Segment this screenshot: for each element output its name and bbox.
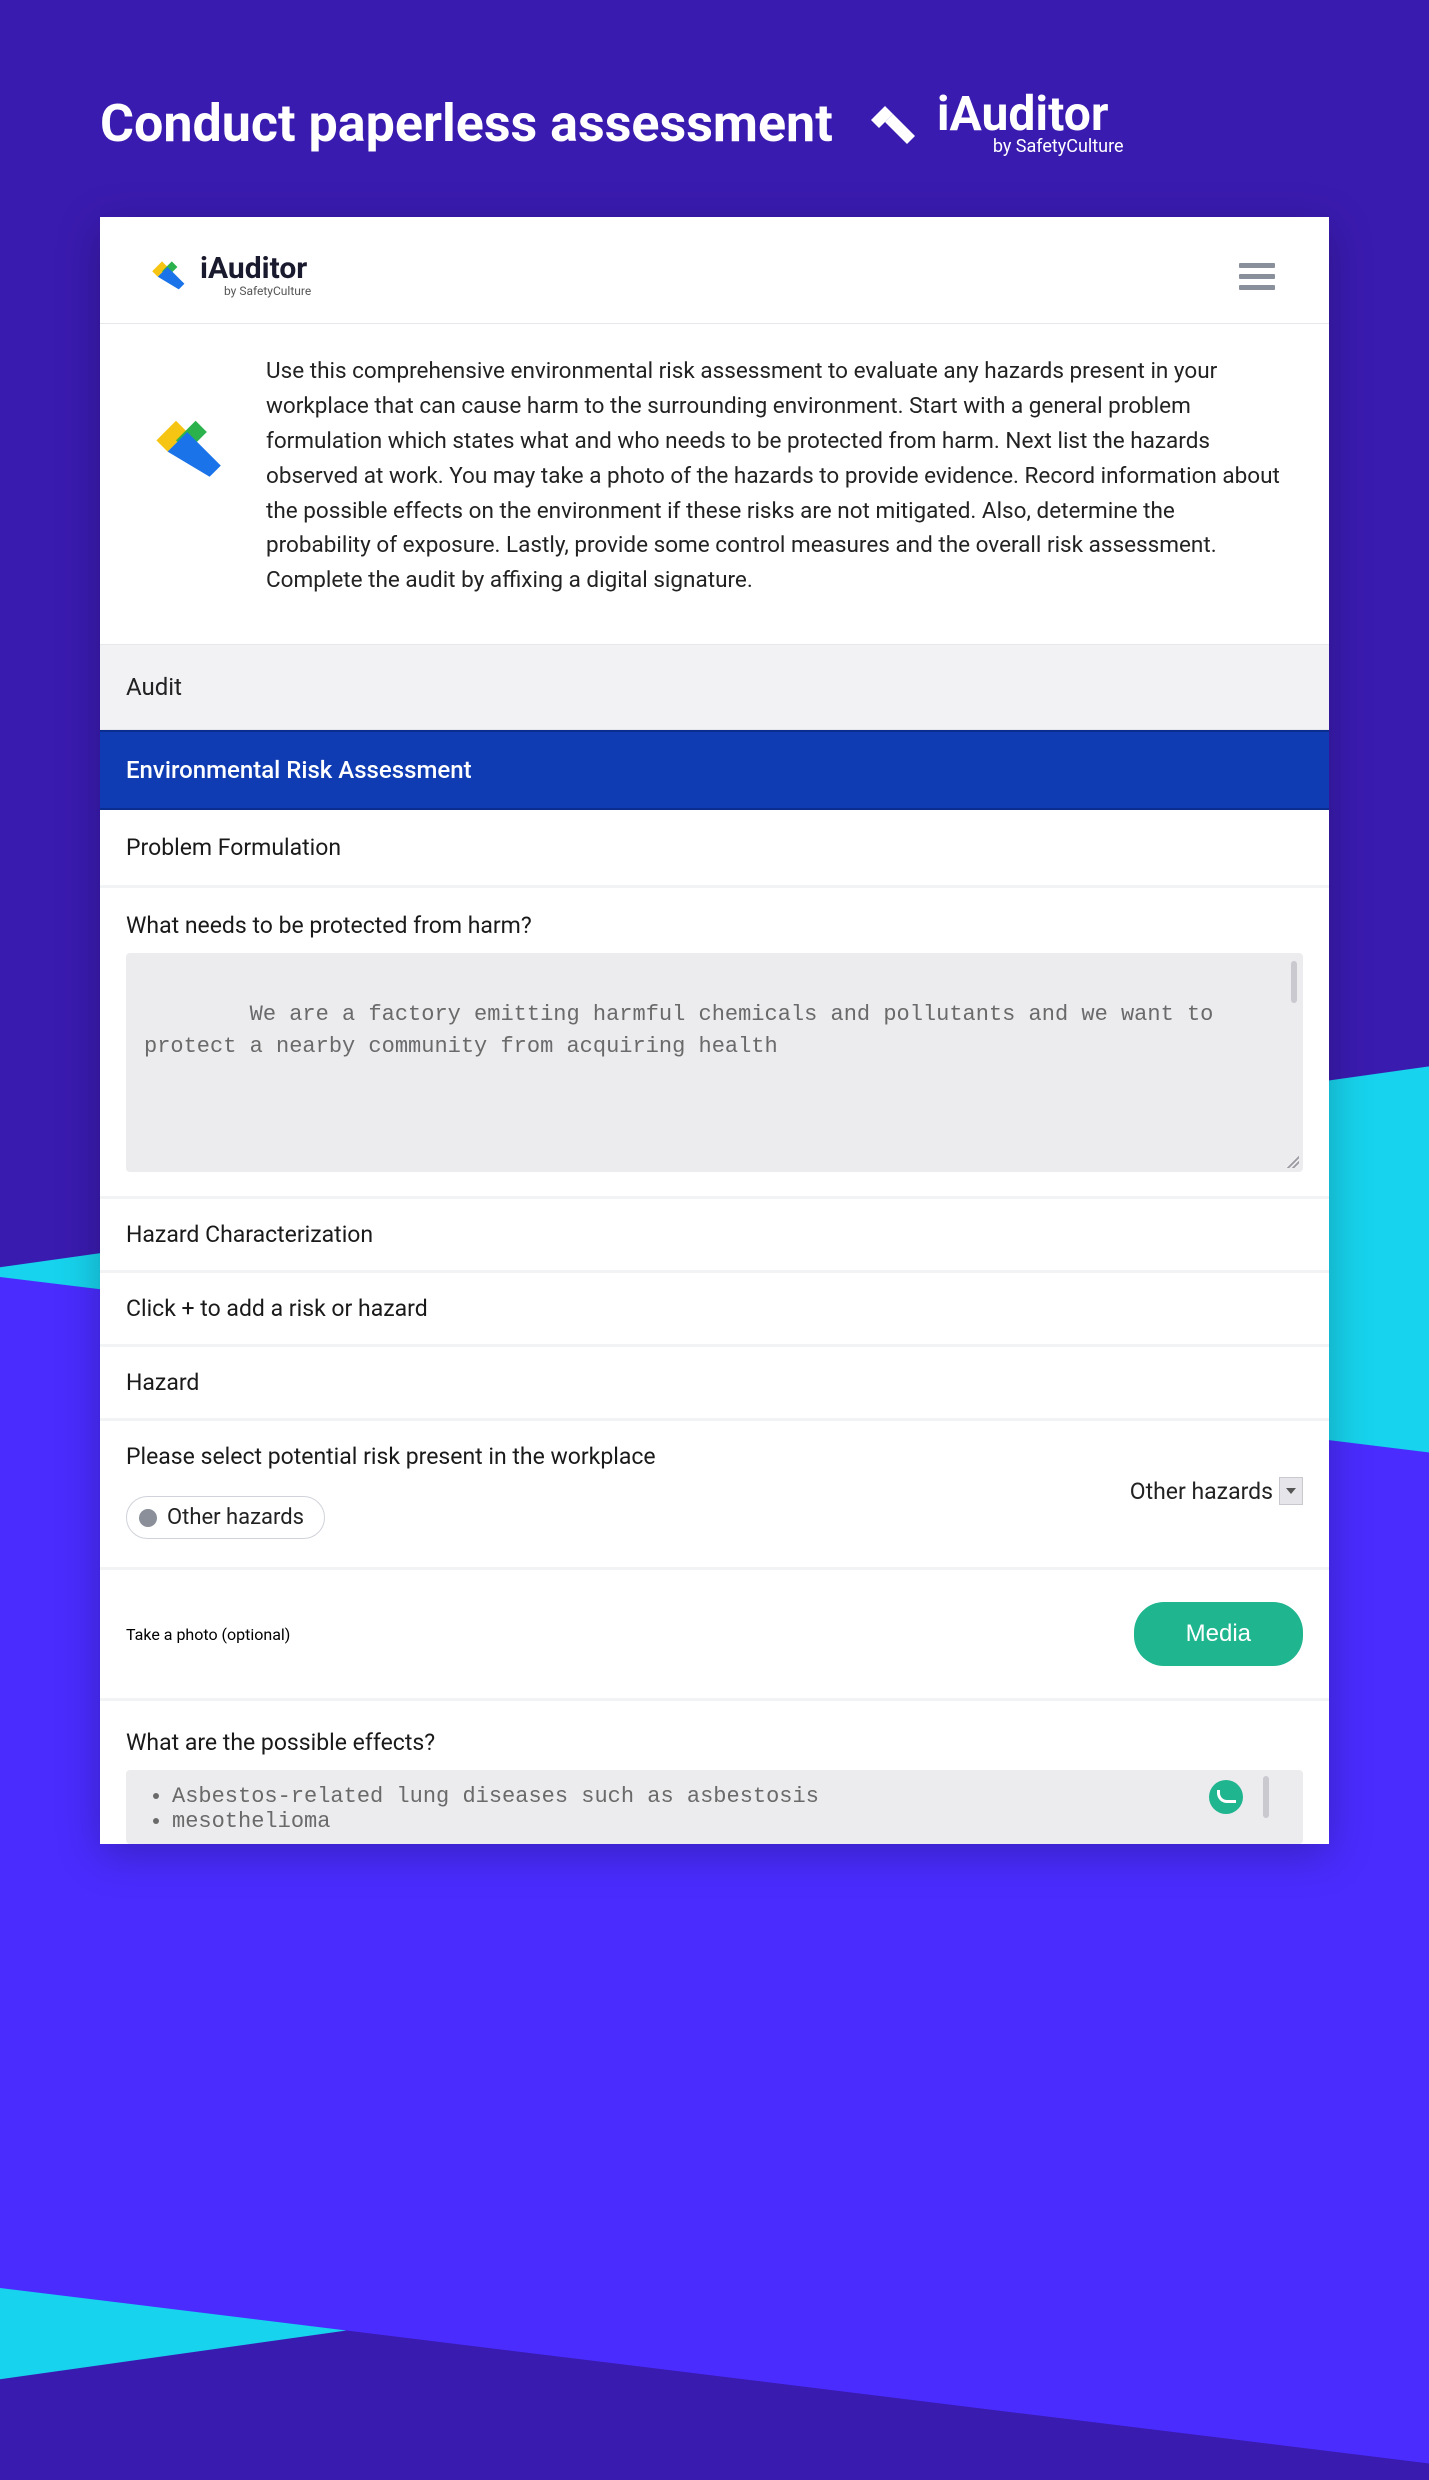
app-brand: iAuditor bbox=[200, 254, 311, 284]
scrollbar-icon[interactable] bbox=[1291, 961, 1297, 1003]
protect-textarea[interactable]: We are a factory emitting harmful chemic… bbox=[126, 953, 1303, 1172]
assessment-title: Environmental Risk Assessment bbox=[126, 756, 472, 784]
iauditor-icon bbox=[863, 92, 923, 156]
dot-icon bbox=[139, 1509, 157, 1527]
banner-brand: iAuditor bbox=[937, 90, 1124, 138]
effects-label: What are the possible effects? bbox=[126, 1729, 1303, 1756]
section-audit[interactable]: Audit bbox=[100, 644, 1329, 730]
row-problem-formulation[interactable]: Problem Formulation bbox=[100, 810, 1329, 888]
problem-formulation-label: Problem Formulation bbox=[126, 834, 341, 861]
protect-question-label: What needs to be protected from harm? bbox=[126, 912, 1303, 939]
banner-byline: by SafetyCulture bbox=[993, 136, 1124, 157]
risk-chip[interactable]: Other hazards bbox=[126, 1496, 325, 1539]
scrollbar-icon[interactable] bbox=[1263, 1776, 1269, 1818]
row-protect-question: What needs to be protected from harm? We… bbox=[100, 888, 1329, 1199]
select-risk-label: Please select potential risk present in … bbox=[126, 1443, 1110, 1470]
risk-dropdown[interactable]: Other hazards bbox=[1130, 1477, 1303, 1505]
page-banner: Conduct paperless assessment iAuditor by… bbox=[100, 90, 1329, 157]
hazard-characterization-label: Hazard Characterization bbox=[126, 1221, 373, 1248]
iauditor-icon bbox=[148, 404, 232, 492]
app-logo: iAuditor by SafetyCulture bbox=[148, 253, 311, 299]
media-button[interactable]: Media bbox=[1134, 1602, 1303, 1666]
menu-icon[interactable] bbox=[1233, 257, 1281, 296]
take-photo-label: Take a photo (optional) bbox=[126, 1625, 290, 1644]
audit-label: Audit bbox=[126, 673, 182, 701]
resize-handle-icon[interactable] bbox=[1287, 1156, 1299, 1168]
row-select-risk: Please select potential risk present in … bbox=[100, 1421, 1329, 1570]
banner-title: Conduct paperless assessment bbox=[100, 93, 833, 154]
row-add-risk[interactable]: Click + to add a risk or hazard bbox=[100, 1273, 1329, 1347]
effects-item: Asbestos-related lung diseases such as a… bbox=[172, 1784, 1285, 1809]
row-take-photo: Take a photo (optional) Media bbox=[100, 1570, 1329, 1701]
banner-logo: iAuditor by SafetyCulture bbox=[863, 90, 1124, 157]
add-risk-hint: Click + to add a risk or hazard bbox=[126, 1295, 428, 1322]
risk-dropdown-value: Other hazards bbox=[1130, 1478, 1273, 1505]
row-hazard[interactable]: Hazard bbox=[100, 1347, 1329, 1421]
app-card: iAuditor by SafetyCulture Use this compr… bbox=[100, 217, 1329, 1844]
hazard-label: Hazard bbox=[126, 1369, 199, 1396]
app-byline: by SafetyCulture bbox=[224, 284, 311, 298]
chevron-down-icon bbox=[1279, 1477, 1303, 1505]
effects-item: mesothelioma bbox=[172, 1809, 1285, 1834]
intro-description: Use this comprehensive environmental ris… bbox=[266, 354, 1281, 598]
row-effects: What are the possible effects? Asbestos-… bbox=[100, 1701, 1329, 1844]
effects-textarea[interactable]: Asbestos-related lung diseases such as a… bbox=[126, 1770, 1303, 1844]
iauditor-icon bbox=[148, 253, 190, 299]
protect-textarea-value: We are a factory emitting harmful chemic… bbox=[144, 1002, 1227, 1059]
risk-chip-label: Other hazards bbox=[167, 1505, 304, 1530]
section-title[interactable]: Environmental Risk Assessment bbox=[100, 730, 1329, 810]
row-hazard-characterization[interactable]: Hazard Characterization bbox=[100, 1199, 1329, 1273]
